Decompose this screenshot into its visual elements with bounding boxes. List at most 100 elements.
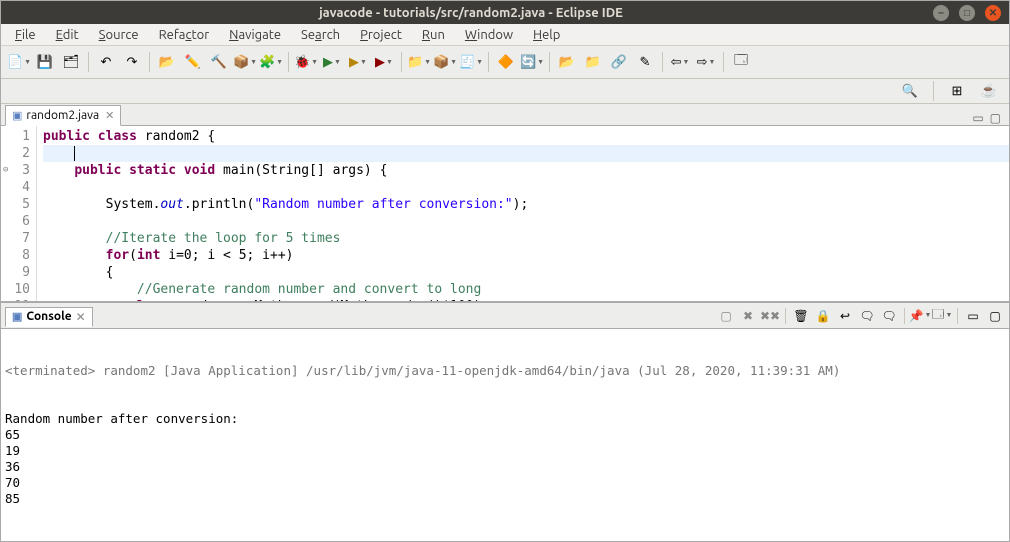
menu-help[interactable]: Help bbox=[525, 26, 568, 44]
toolbar-separator bbox=[288, 52, 289, 72]
line-number: 4 bbox=[1, 179, 30, 196]
code-line[interactable]: { bbox=[43, 264, 1009, 281]
undo-icon[interactable]: ↶ bbox=[94, 50, 118, 74]
code-editor[interactable]: 123⊖456789101112 public class random2 { … bbox=[1, 126, 1009, 302]
window-maximize-button[interactable]: □ bbox=[959, 5, 975, 21]
line-number: 1 bbox=[1, 128, 30, 145]
clear-console-icon[interactable]: 🗑 bbox=[791, 306, 811, 326]
code-line[interactable]: //Iterate the loop for 5 times bbox=[43, 230, 1009, 247]
new-icon[interactable]: 📄▼ bbox=[7, 50, 31, 74]
new-package-icon[interactable]: 📦▼ bbox=[233, 50, 257, 74]
redo-icon[interactable]: ↷ bbox=[120, 50, 144, 74]
line-number: 5 bbox=[1, 196, 30, 213]
editor-minimize-icon[interactable]: ▭ bbox=[972, 111, 983, 125]
console-output[interactable]: <terminated> random2 [Java Application] … bbox=[1, 329, 1009, 541]
console-tab-label: Console bbox=[26, 310, 71, 323]
line-number: 3⊖ bbox=[1, 162, 30, 179]
save-icon[interactable]: 💾 bbox=[33, 50, 57, 74]
code-line[interactable]: public class random2 { bbox=[43, 128, 1009, 145]
remove-launch-icon[interactable]: ✖ bbox=[738, 306, 758, 326]
menu-navigate[interactable]: Navigate bbox=[221, 26, 289, 44]
open-task-icon[interactable]: 🔶 bbox=[494, 50, 518, 74]
line-number-gutter: 123⊖456789101112 bbox=[1, 126, 37, 301]
console-tab[interactable]: ▣ Console ✕ bbox=[5, 307, 93, 327]
terminate-icon[interactable]: ▢ bbox=[716, 306, 736, 326]
console-toolbar-separator bbox=[957, 308, 958, 324]
console-toolbar-separator bbox=[785, 308, 786, 324]
open-resource-icon[interactable]: 📁 bbox=[581, 50, 605, 74]
new-java-class-icon[interactable]: 🧾▼ bbox=[459, 50, 483, 74]
toolbar-separator bbox=[488, 52, 489, 72]
window-title: javacode - tutorials/src/random2.java - … bbox=[9, 6, 933, 20]
close-tab-icon[interactable]: ✕ bbox=[105, 109, 114, 122]
run-icon[interactable]: ▶▼ bbox=[320, 50, 344, 74]
editor-tab-label: random2.java bbox=[26, 109, 99, 122]
console-close-icon[interactable]: ✕ bbox=[76, 310, 86, 324]
quick-access-search-icon[interactable]: 🔍 bbox=[898, 79, 922, 103]
code-line[interactable]: System.out.println("Random number after … bbox=[43, 196, 1009, 213]
code-line[interactable] bbox=[43, 145, 1009, 162]
editor-tab-bar: ▣ random2.java ✕ ▭ ▢ bbox=[1, 104, 1009, 126]
save-all-icon[interactable]: 🗂 bbox=[59, 50, 83, 74]
new-java-project-icon[interactable]: 📁▼ bbox=[407, 50, 431, 74]
console-status-line: <terminated> random2 [Java Application] … bbox=[5, 363, 1005, 379]
pin-console-icon[interactable]: 📌▼ bbox=[910, 306, 930, 326]
refresh-icon[interactable]: 🔄▼ bbox=[520, 50, 544, 74]
java-perspective-icon[interactable]: ☕ bbox=[977, 79, 1001, 103]
console-line: 19 bbox=[5, 443, 1005, 459]
minimize-icon[interactable]: ▭ bbox=[963, 306, 983, 326]
new-java-package-icon[interactable]: 📦▼ bbox=[433, 50, 457, 74]
pin-icon[interactable]: ✎ bbox=[633, 50, 657, 74]
link-icon[interactable]: 🔗 bbox=[607, 50, 631, 74]
code-line[interactable]: //Generate random number and convert to … bbox=[43, 281, 1009, 298]
forward-icon[interactable]: ⇨▼ bbox=[694, 50, 718, 74]
toolbar-separator bbox=[149, 52, 150, 72]
fold-toggle-icon[interactable]: ⊖ bbox=[3, 162, 8, 179]
menu-project[interactable]: Project bbox=[352, 26, 410, 44]
code-line[interactable] bbox=[43, 213, 1009, 230]
editor-maximize-icon[interactable]: ▢ bbox=[990, 111, 1001, 125]
menu-search[interactable]: Search bbox=[293, 26, 348, 44]
console-panel: ▣ Console ✕ ▢✖✖✖🗑🔒↩🗨🗨📌▼🗔▼▭▢ <terminated>… bbox=[1, 302, 1009, 541]
console-icon: ▣ bbox=[12, 310, 22, 323]
build-icon[interactable]: 🔨 bbox=[207, 50, 231, 74]
show-console-1-icon[interactable]: 🗨 bbox=[857, 306, 877, 326]
word-wrap-icon[interactable]: ↩ bbox=[835, 306, 855, 326]
debug-icon[interactable]: 🐞▼ bbox=[294, 50, 318, 74]
display-selected-icon[interactable]: 🗔▼ bbox=[932, 306, 952, 326]
line-number: 8 bbox=[1, 247, 30, 264]
open-perspective-icon[interactable]: ⊞ bbox=[945, 79, 969, 103]
editor-tab-random2[interactable]: ▣ random2.java ✕ bbox=[5, 105, 121, 126]
console-tab-bar: ▣ Console ✕ ▢✖✖✖🗑🔒↩🗨🗨📌▼🗔▼▭▢ bbox=[1, 303, 1009, 329]
search-icon[interactable]: 📂 bbox=[555, 50, 579, 74]
scroll-lock-icon[interactable]: 🔒 bbox=[813, 306, 833, 326]
back-icon[interactable]: ⇦▼ bbox=[668, 50, 692, 74]
window-close-button[interactable]: ✕ bbox=[985, 5, 1001, 21]
line-number: 2 bbox=[1, 145, 30, 162]
menu-source[interactable]: Source bbox=[91, 26, 147, 44]
remove-all-icon[interactable]: ✖✖ bbox=[760, 306, 780, 326]
open-type-icon[interactable]: 📂 bbox=[155, 50, 179, 74]
external-tools-icon[interactable]: ▶▼ bbox=[372, 50, 396, 74]
show-console-2-icon[interactable]: 🗨 bbox=[879, 306, 899, 326]
new-class-icon[interactable]: 🧩▼ bbox=[259, 50, 283, 74]
java-file-icon: ▣ bbox=[12, 109, 22, 122]
window-minimize-button[interactable]: – bbox=[933, 5, 949, 21]
menu-window[interactable]: Window bbox=[457, 26, 521, 44]
line-number: 7 bbox=[1, 230, 30, 247]
maximize-icon[interactable]: ▢ bbox=[985, 306, 1005, 326]
code-line[interactable]: public static void main(String[] args) { bbox=[43, 162, 1009, 179]
perspective-icon[interactable]: 🗔 bbox=[729, 50, 753, 74]
toggle-mark-icon[interactable]: ✏️ bbox=[181, 50, 205, 74]
menu-run[interactable]: Run bbox=[414, 26, 453, 44]
menu-refactor[interactable]: Refactor bbox=[151, 26, 218, 44]
code-line[interactable]: for(int i=0; i < 5; i++) bbox=[43, 247, 1009, 264]
menu-edit[interactable]: Edit bbox=[48, 26, 87, 44]
line-number: 6 bbox=[1, 213, 30, 230]
toolbar-separator bbox=[401, 52, 402, 72]
line-number: 10 bbox=[1, 281, 30, 298]
menu-file[interactable]: File bbox=[7, 26, 44, 44]
code-area[interactable]: public class random2 { public static voi… bbox=[37, 126, 1009, 301]
code-line[interactable] bbox=[43, 179, 1009, 196]
coverage-icon[interactable]: ▶▼ bbox=[346, 50, 370, 74]
